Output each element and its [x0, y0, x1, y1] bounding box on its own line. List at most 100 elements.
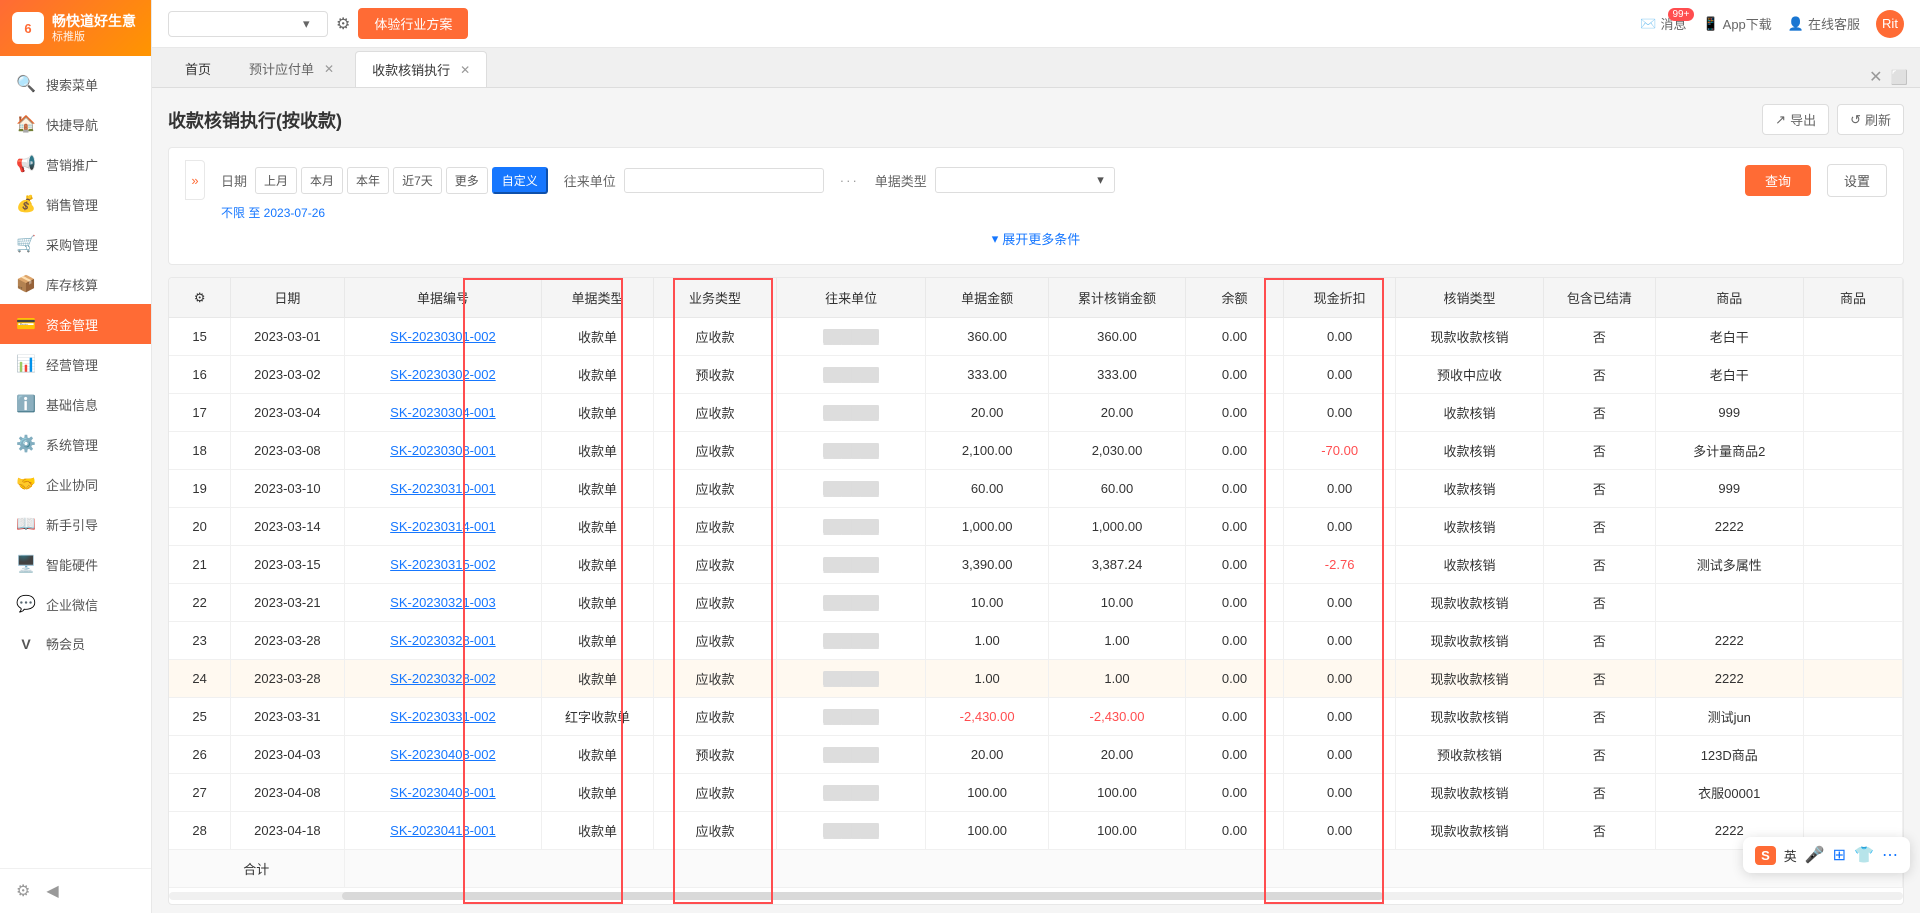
col-settings-header[interactable]: ⚙	[169, 278, 231, 318]
table-row: 21 2023-03-15 SK-20230315-002 收款单 应收款 ██…	[169, 546, 1903, 584]
logo-text: 畅快道好生意 标推版	[52, 12, 136, 44]
cell-voucher-no[interactable]: SK-20230310-001	[344, 470, 542, 508]
cell-voucher-no[interactable]: SK-20230301-002	[344, 318, 542, 356]
cell-balance: 0.00	[1185, 356, 1284, 394]
company-selector[interactable]: ▾	[168, 11, 328, 37]
last-month-btn[interactable]: 上月	[255, 167, 297, 194]
cell-voucher-no[interactable]: SK-20230314-001	[344, 508, 542, 546]
voucher-type-select[interactable]: ▾	[935, 167, 1115, 193]
tab-prepay[interactable]: 预计应付单 ✕	[232, 50, 351, 87]
sidebar-item-wechat[interactable]: 💬 企业微信	[0, 584, 151, 624]
sidebar-item-corp[interactable]: 🤝 企业协同	[0, 464, 151, 504]
cell-product2	[1803, 736, 1902, 774]
sidebar-item-purchase[interactable]: 🛒 采购管理	[0, 224, 151, 264]
query-button[interactable]: 查询	[1745, 165, 1811, 196]
dots-icon[interactable]: ⋯	[1882, 845, 1898, 865]
cell-amount: 100.00	[925, 774, 1049, 812]
mic-icon[interactable]: 🎤	[1805, 845, 1825, 865]
tab-close-icon[interactable]: ✕	[1869, 67, 1882, 87]
table-row: 23 2023-03-28 SK-20230328-001 收款单 应收款 ██…	[169, 622, 1903, 660]
table-row: 20 2023-03-14 SK-20230314-001 收款单 应收款 ██…	[169, 508, 1903, 546]
cell-accum: 1.00	[1049, 622, 1185, 660]
user-avatar[interactable]: Rit	[1876, 10, 1904, 38]
table-row: 22 2023-03-21 SK-20230321-003 收款单 应收款 ██…	[169, 584, 1903, 622]
cell-product: 999	[1655, 470, 1803, 508]
expand-more-btn[interactable]: ▾ 展开更多条件	[185, 225, 1887, 252]
sidebar-item-finance[interactable]: 💳 资金管理	[0, 304, 151, 344]
settings-footer-icon[interactable]: ⚙	[16, 881, 30, 901]
cell-include-settled: 否	[1544, 660, 1655, 698]
more-btn[interactable]: 更多	[446, 167, 488, 194]
export-button[interactable]: ↗ 导出	[1762, 104, 1829, 135]
cell-balance: 0.00	[1185, 546, 1284, 584]
cell-date: 2023-04-03	[231, 736, 344, 774]
app-download[interactable]: 📱 App下载	[1702, 14, 1771, 33]
cell-date: 2023-03-08	[231, 432, 344, 470]
this-month-btn[interactable]: 本月	[301, 167, 343, 194]
sidebar-item-inventory[interactable]: 📦 库存核算	[0, 264, 151, 304]
message-area[interactable]: ✉️ 消息 99+	[1640, 14, 1686, 33]
cell-voucher-no[interactable]: SK-20230304-001	[344, 394, 542, 432]
cell-voucher-no[interactable]: SK-20230418-001	[344, 812, 542, 850]
filter-collapse-btn[interactable]: »	[185, 160, 205, 200]
cell-voucher-type: 收款单	[542, 774, 653, 812]
cell-include-settled: 否	[1544, 812, 1655, 850]
horizontal-scrollbar[interactable]	[169, 892, 1903, 900]
cell-voucher-no[interactable]: SK-20230302-002	[344, 356, 542, 394]
sidebar-item-sales[interactable]: 💰 销售管理	[0, 184, 151, 224]
logo-icon: 6	[12, 12, 44, 44]
page-header: 收款核销执行(按收款) ↗ 导出 ↺ 刷新	[168, 104, 1904, 135]
scrollbar-thumb[interactable]	[342, 892, 1382, 900]
table-settings-icon[interactable]: ⚙	[194, 290, 206, 305]
cell-biz-type: 应收款	[653, 546, 777, 584]
tab-expand-icon[interactable]: ⬜	[1891, 69, 1908, 86]
cell-date: 2023-03-04	[231, 394, 344, 432]
cell-voucher-no[interactable]: SK-20230403-002	[344, 736, 542, 774]
custom-date-btn[interactable]: 自定义	[492, 167, 548, 194]
sidebar-item-search[interactable]: 🔍 搜索菜单	[0, 64, 151, 104]
date-range-display: 不限 至 2023-07-26	[185, 204, 1887, 221]
refresh-button[interactable]: ↺ 刷新	[1837, 104, 1904, 135]
sidebar-item-guide[interactable]: 📖 新手引导	[0, 504, 151, 544]
main-content: ▾ ⚙ 体验行业方案 ✉️ 消息 99+ 📱 App下载 👤 在线客服 Rit	[152, 0, 1920, 913]
cell-voucher-no[interactable]: SK-20230328-002	[344, 660, 542, 698]
cell-voucher-no[interactable]: SK-20230315-002	[344, 546, 542, 584]
cell-include-settled: 否	[1544, 356, 1655, 394]
gear-icon[interactable]: ⚙	[336, 14, 350, 34]
sidebar-item-marketing[interactable]: 📢 营销推广	[0, 144, 151, 184]
date-filter: 日期 上月 本月 本年 近7天 更多 自定义	[221, 167, 548, 194]
tab-prepay-close[interactable]: ✕	[324, 62, 334, 76]
tab-home[interactable]: 首页	[168, 50, 228, 87]
cell-include-settled: 否	[1544, 546, 1655, 584]
cell-voucher-no[interactable]: SK-20230331-002	[344, 698, 542, 736]
cell-balance: 0.00	[1185, 470, 1284, 508]
online-service[interactable]: 👤 在线客服	[1788, 14, 1860, 33]
cell-voucher-no[interactable]: SK-20230408-001	[344, 774, 542, 812]
cell-amount: 100.00	[925, 812, 1049, 850]
tabbar: 首页 预计应付单 ✕ 收款核销执行 ✕ ✕ ⬜	[152, 48, 1920, 88]
col-accum-header: 累计核销金额	[1049, 278, 1185, 318]
cell-counterparty: ██████	[777, 318, 925, 356]
industry-solution-button[interactable]: 体验行业方案	[358, 8, 468, 39]
cell-voucher-no[interactable]: SK-20230328-001	[344, 622, 542, 660]
cell-voucher-no[interactable]: SK-20230321-003	[344, 584, 542, 622]
filter-settings-button[interactable]: 设置	[1827, 164, 1887, 197]
last-7-days-btn[interactable]: 近7天	[393, 167, 442, 194]
shirt-icon[interactable]: 👕	[1854, 845, 1874, 865]
cell-product2	[1803, 584, 1902, 622]
sidebar-item-hardware[interactable]: 🖥️ 智能硬件	[0, 544, 151, 584]
sidebar-item-operations[interactable]: 📊 经营管理	[0, 344, 151, 384]
cell-counterparty: ██████	[777, 736, 925, 774]
collapse-icon[interactable]: ◀	[46, 881, 58, 901]
counterparty-input[interactable]	[624, 168, 824, 193]
sidebar-item-member[interactable]: V 畅会员	[0, 624, 151, 663]
grid-icon[interactable]: ⊞	[1833, 845, 1846, 865]
cell-accum: 100.00	[1049, 812, 1185, 850]
sidebar-item-basic[interactable]: ℹ️ 基础信息	[0, 384, 151, 424]
cell-voucher-no[interactable]: SK-20230308-001	[344, 432, 542, 470]
this-year-btn[interactable]: 本年	[347, 167, 389, 194]
tab-receipt[interactable]: 收款核销执行 ✕	[355, 51, 487, 87]
sidebar-item-system[interactable]: ⚙️ 系统管理	[0, 424, 151, 464]
sidebar-item-quick[interactable]: 🏠 快捷导航	[0, 104, 151, 144]
tab-receipt-close[interactable]: ✕	[460, 63, 470, 77]
